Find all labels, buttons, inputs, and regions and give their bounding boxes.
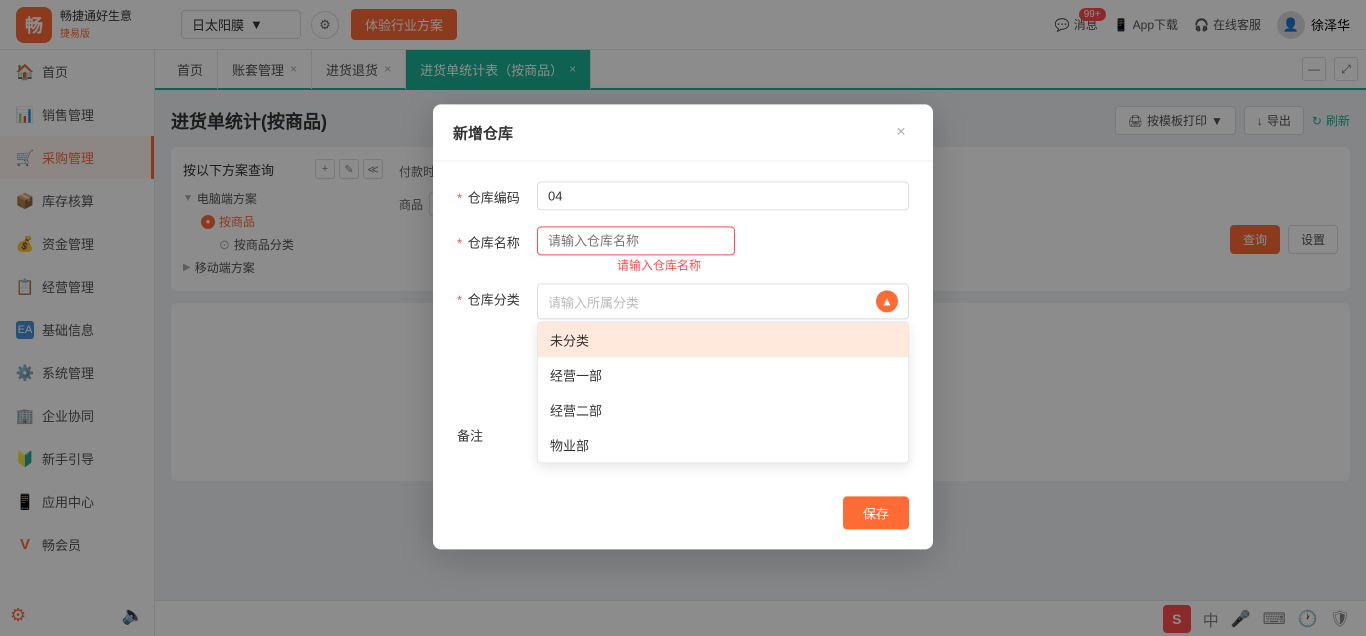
- dropdown-item-none[interactable]: 未分类: [538, 322, 908, 357]
- modal-title: 新增仓库: [453, 122, 513, 143]
- required-star-name: *: [457, 235, 462, 250]
- modal-footer: 保存: [433, 484, 933, 549]
- dropdown-item-ops2[interactable]: 经营二部: [538, 392, 908, 427]
- note-label: 备注: [457, 419, 537, 444]
- dropdown-item-ops1[interactable]: 经营一部: [538, 357, 908, 392]
- form-row-name: * 仓库名称 请输入仓库名称: [457, 226, 909, 255]
- required-star-cat: *: [457, 292, 462, 307]
- modal-close-btn[interactable]: ×: [889, 120, 913, 144]
- save-button[interactable]: 保存: [843, 496, 909, 529]
- form-row-category: * 仓库分类 请输入所属分类 ▲ 未分类 经营一部 经营二部 物业部: [457, 283, 909, 319]
- modal-header: 新增仓库 ×: [433, 104, 933, 161]
- name-field-wrapper: 请输入仓库名称: [537, 226, 909, 255]
- new-warehouse-modal: 新增仓库 × * 仓库编码 * 仓库名称 请输入仓库名称 *: [433, 104, 933, 549]
- required-star: *: [457, 190, 462, 205]
- dropdown-item-property[interactable]: 物业部: [538, 427, 908, 462]
- category-label: * 仓库分类: [457, 283, 537, 308]
- category-placeholder-text: 请输入所属分类: [548, 292, 639, 311]
- category-field-wrapper: 请输入所属分类 ▲ 未分类 经营一部 经营二部 物业部: [537, 283, 909, 319]
- warehouse-code-input[interactable]: [537, 181, 909, 210]
- code-label: * 仓库编码: [457, 181, 537, 206]
- chevron-up-icon: ▲: [876, 290, 898, 312]
- category-dropdown-menu: 未分类 经营一部 经营二部 物业部: [537, 321, 909, 463]
- name-error-tip: 请输入仓库名称: [617, 256, 701, 273]
- modal-body: * 仓库编码 * 仓库名称 请输入仓库名称 * 仓库分类: [433, 161, 933, 484]
- form-row-code: * 仓库编码: [457, 181, 909, 210]
- warehouse-name-input[interactable]: [537, 226, 735, 255]
- category-dropdown-toggle[interactable]: 请输入所属分类 ▲: [537, 283, 909, 319]
- name-label: * 仓库名称: [457, 226, 537, 251]
